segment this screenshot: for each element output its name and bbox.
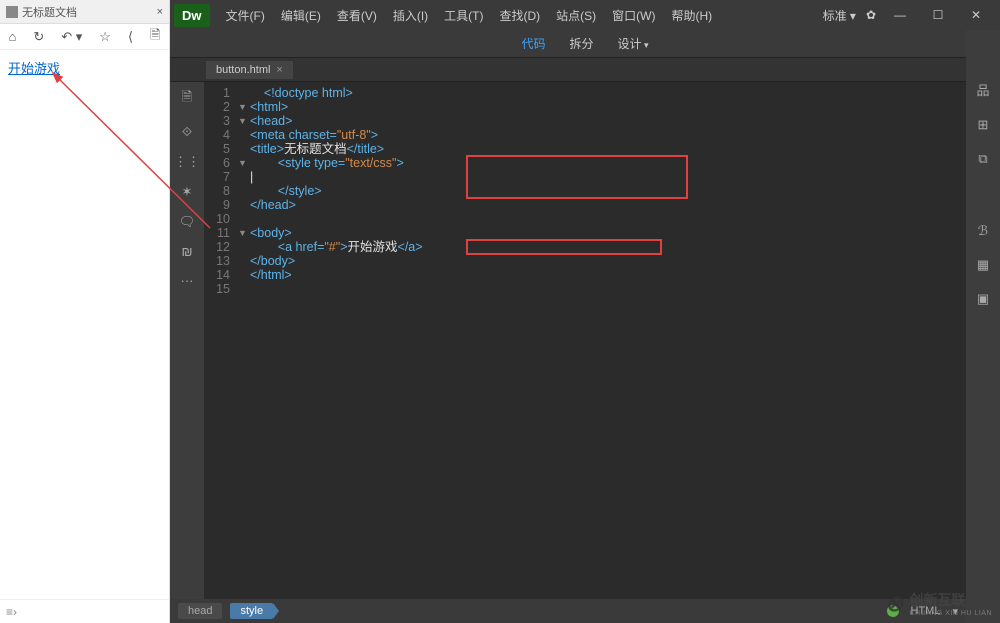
menu-edit[interactable]: 编辑(E) [273,7,329,24]
menu-insert[interactable]: 插入(I) [385,7,436,24]
file-tab-label: button.html [216,64,270,76]
page-icon[interactable]: 🗎 [150,26,160,48]
back-icon[interactable]: ⟨ [128,29,133,45]
file-tab-button-html[interactable]: button.html × [206,61,293,79]
preview-panel: 无标题文档 × ⌂ ↻ ↶ ▾ ☆ ⟨ 🗎 开始游戏 ≡› [0,0,170,623]
view-switcher: 代码 拆分 设计 [170,30,1000,58]
files-icon[interactable]: ▦ [977,257,989,273]
file-manage-icon[interactable]: 🗎 [182,88,192,110]
more-icon[interactable]: ··· [181,273,194,288]
titlebar: Dw 文件(F) 编辑(E) 查看(V) 插入(I) 工具(T) 查找(D) 站… [170,0,1000,30]
behaviors-icon[interactable]: ℬ [978,223,988,239]
view-design-tab[interactable]: 设计 [617,35,648,52]
wand-icon[interactable]: ✶ [182,184,193,200]
preview-toolbar: ⌂ ↻ ↶ ▾ ☆ ⟨ 🗎 [0,24,169,50]
preview-statusbar: ≡› [0,599,170,623]
watermark-en: CHUANG XIN HU LIAN [909,610,992,617]
dreamweaver-app: Dw 文件(F) 编辑(E) 查看(V) 插入(I) 工具(T) 查找(D) 站… [170,0,1000,623]
view-split-tab[interactable]: 拆分 [569,35,593,52]
menu-tools[interactable]: 工具(T) [436,7,491,24]
layout-mode-dropdown[interactable]: 标准 ▾ [823,7,856,24]
dom-icon[interactable]: ⊞ [978,117,989,133]
file-tabs: button.html × [170,58,1000,82]
breadcrumb-head[interactable]: head [178,603,222,619]
close-tab-icon[interactable]: × [157,6,163,18]
highlight-box-link [466,239,662,255]
css-icon[interactable]: ₪ [181,244,192,259]
preview-content: 开始游戏 [0,50,169,86]
preview-tab: 无标题文档 × [0,0,169,24]
menu-help[interactable]: 帮助(H) [663,7,720,24]
undo-icon[interactable]: ↶ ▾ [61,29,82,45]
view-code-tab[interactable]: 代码 [521,35,545,52]
watermark: ⊗ 创新互联 CHUANG XIN HU LIAN [885,590,992,617]
highlight-box-style [466,155,688,199]
tool-gutter: 🗎 ⟐ ⋮⋮ ✶ 🗨 ₪ ··· [170,82,204,599]
gear-icon[interactable]: ✿ [866,8,876,22]
preview-link[interactable]: 开始游戏 [8,61,60,76]
close-button[interactable]: ✕ [962,5,990,25]
menu-view[interactable]: 查看(V) [329,7,385,24]
snippets-icon[interactable]: ▣ [977,291,989,307]
home-icon[interactable]: ⌂ [9,29,17,44]
preview-tab-title: 无标题文档 [22,4,77,20]
watermark-logo: ⊗ [885,591,903,617]
star-icon[interactable]: ☆ [99,29,111,45]
code-editor[interactable]: 1 <!doctype html>2▼<html>3▼<head>4<meta … [204,82,966,599]
css-designer-icon[interactable]: 品 [976,80,989,99]
menu-window[interactable]: 窗口(W) [604,7,663,24]
list-icon[interactable]: ≡› [6,605,17,619]
app-logo: Dw [174,4,210,27]
close-icon[interactable]: × [276,64,282,76]
menu-find[interactable]: 查找(D) [491,7,548,24]
watermark-cn: 创新互联 [909,590,992,610]
menu-site[interactable]: 站点(S) [548,7,604,24]
maximize-button[interactable]: ☐ [924,5,952,25]
select-icon[interactable]: ⟐ [182,124,192,140]
comment-icon[interactable]: 🗨 [179,214,196,230]
right-panel-dock: 品 ⊞ ⧉ ℬ ▦ ▣ [966,30,1000,623]
menu-file[interactable]: 文件(F) [218,7,273,24]
editor-area: 🗎 ⟐ ⋮⋮ ✶ 🗨 ₪ ··· 1 <!doctype html>2▼<htm… [170,82,966,599]
assets-icon[interactable]: ⧉ [978,151,987,167]
statusbar: head style HTML ▾ [170,599,966,623]
reload-icon[interactable]: ↻ [33,29,44,45]
breadcrumb-style[interactable]: style [230,603,273,619]
document-icon [6,6,18,18]
minimize-button[interactable]: — [886,5,914,25]
drag-icon[interactable]: ⋮⋮ [174,154,200,170]
